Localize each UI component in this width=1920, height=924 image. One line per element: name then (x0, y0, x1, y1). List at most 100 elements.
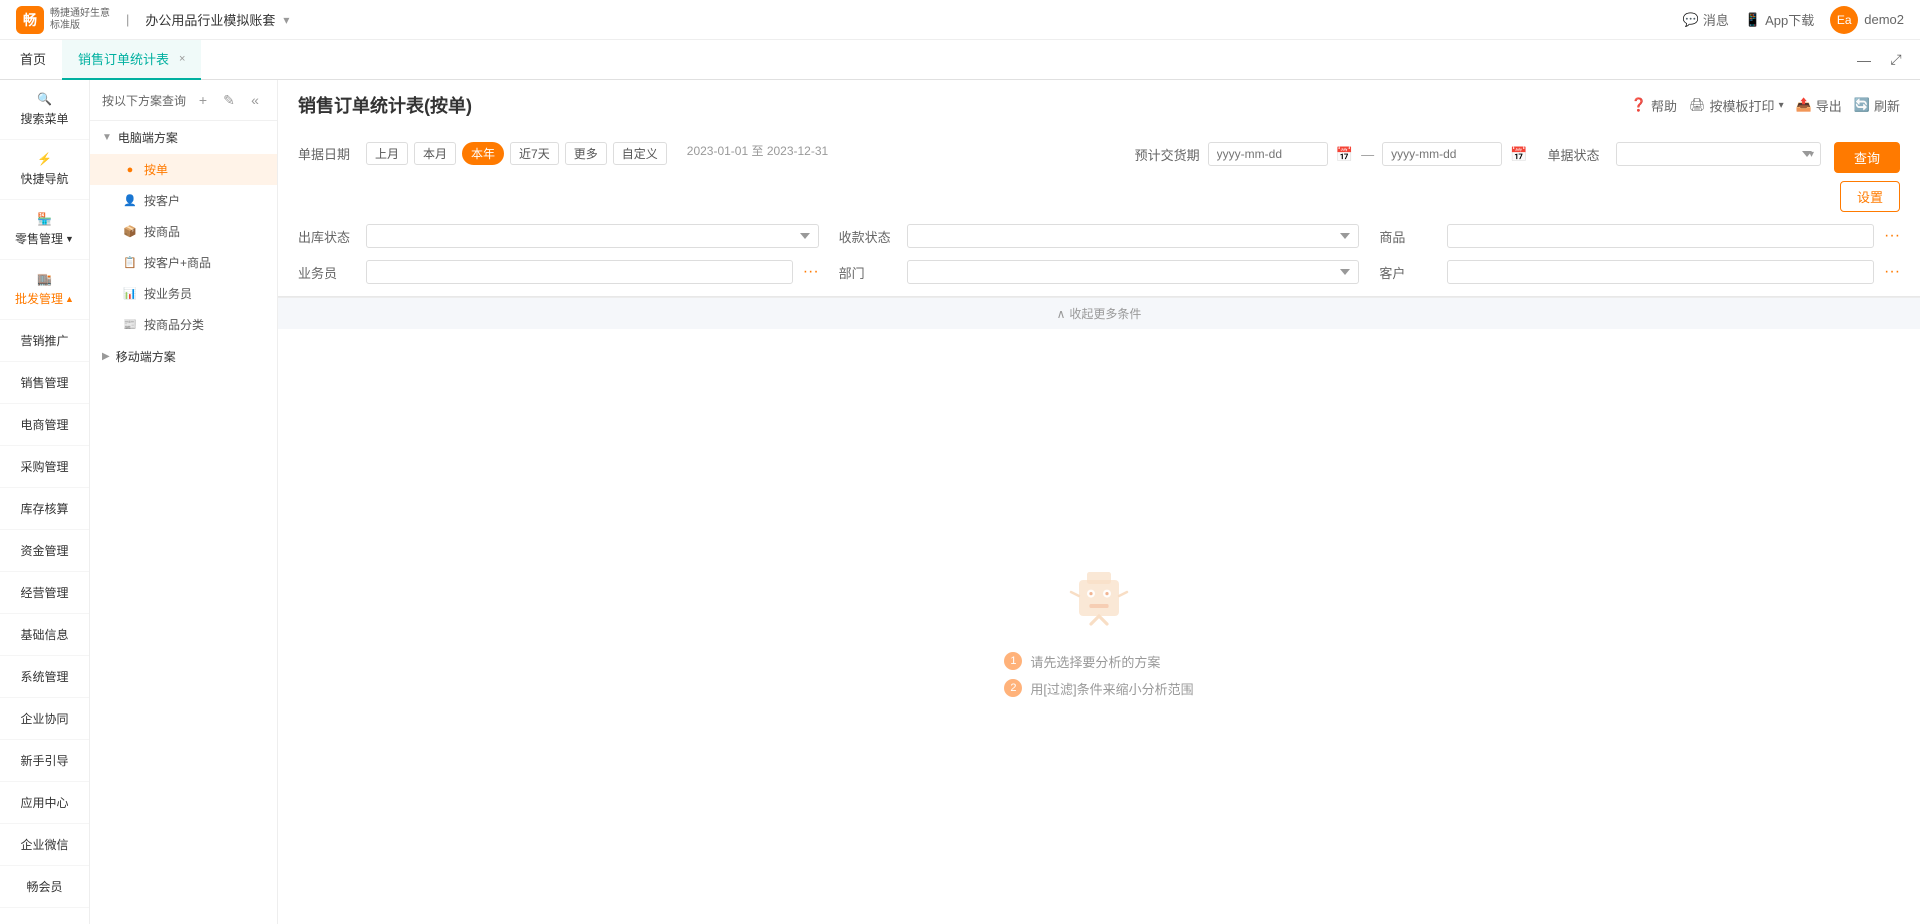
payment-status-select[interactable] (907, 224, 1360, 248)
sidebar-item-finance[interactable]: 资金管理 (0, 530, 89, 572)
sidebar-item-ecommerce[interactable]: 电商管理 (0, 404, 89, 446)
chevron-down-icon: ▼ (102, 132, 112, 143)
sidebar-item-retail[interactable]: 🏪 零售管理 ▼ (0, 200, 89, 260)
date-btn-this-year[interactable]: 本年 (462, 142, 504, 165)
scheme-group-pc: ▼ 电脑端方案 ● 按单 👤 按客户 📦 按商品 📋 按客户+商品 (90, 121, 277, 340)
date-btn-custom[interactable]: 自定义 (613, 142, 667, 165)
settings-btn[interactable]: 设置 (1840, 181, 1900, 212)
collapse-text: ∧ 收起更多条件 (1057, 305, 1142, 322)
export-btn[interactable]: 📤 导出 (1796, 96, 1842, 115)
sidebar-item-app-center[interactable]: 应用中心 (0, 782, 89, 824)
retail-label-row: 零售管理 ▼ (15, 230, 74, 247)
scheme-edit-btn[interactable]: ✎ (219, 90, 239, 110)
wholesale-label-row: 批发管理 ▲ (15, 290, 74, 307)
date-range-sep: — (1361, 147, 1374, 162)
expected-date-end[interactable] (1382, 142, 1502, 166)
query-btn[interactable]: 查询 (1834, 142, 1900, 173)
date-filter-group: 上月 本月 本年 近7天 更多 自定义 (366, 142, 667, 165)
sidebar-item-search-menu[interactable]: 🔍 搜索菜单 (0, 80, 89, 140)
template-print-btn[interactable]: 🖨 按模板打印 ▾ (1689, 96, 1784, 115)
tab-home[interactable]: 首页 (4, 40, 62, 80)
customer-input[interactable] (1447, 260, 1874, 284)
customer-icon: 👤 (122, 193, 138, 209)
scheme-item-by-customer-goods[interactable]: 📋 按客户+商品 (90, 247, 277, 278)
sidebar: 🔍 搜索菜单 ⚡ 快捷导航 🏪 零售管理 ▼ 🏬 批发管理 ▲ 营销推广 销售管… (0, 80, 90, 924)
department-select[interactable] (907, 260, 1360, 284)
cal-start-icon[interactable]: 📅 (1336, 146, 1353, 163)
page-title: 销售订单统计表(按单) (298, 92, 472, 118)
help-btn[interactable]: ❓ 帮助 (1631, 96, 1677, 115)
salesperson-more-icon[interactable]: ··· (803, 263, 819, 281)
doc-status-select[interactable] (1616, 142, 1821, 166)
tab-sales-label: 销售订单统计表 (78, 49, 169, 68)
sidebar-item-operation[interactable]: 经营管理 (0, 572, 89, 614)
scheme-item-by-goods-category[interactable]: 📰 按商品分类 (90, 309, 277, 340)
scheme-panel-actions: + ✎ « (193, 90, 265, 110)
scheme-group-pc-header[interactable]: ▼ 电脑端方案 (90, 121, 277, 154)
scheme-item-by-salesperson[interactable]: 📊 按业务员 (90, 278, 277, 309)
sidebar-item-system[interactable]: 系统管理 (0, 656, 89, 698)
top-bar-left: 畅 畅捷通好生意 标准版 | 办公用品行业模拟账套 ▾ (16, 6, 289, 34)
sidebar-item-inventory[interactable]: 库存核算 (0, 488, 89, 530)
scheme-group-mobile-header[interactable]: ▶ 移动端方案 (90, 340, 277, 373)
scheme-group-pc-label: 电脑端方案 (118, 129, 178, 146)
dropdown-arrow-icon[interactable]: ▾ (283, 13, 289, 27)
sidebar-item-wholesale[interactable]: 🏬 批发管理 ▲ (0, 260, 89, 320)
tab-close-icon[interactable]: × (179, 53, 185, 65)
main-layout: 🔍 搜索菜单 ⚡ 快捷导航 🏪 零售管理 ▼ 🏬 批发管理 ▲ 营销推广 销售管… (0, 80, 1920, 924)
tab-minimize-btn[interactable]: — (1852, 48, 1876, 72)
page-header-actions: ❓ 帮助 🖨 按模板打印 ▾ 📤 导出 🔄 (1631, 96, 1900, 115)
sidebar-item-members[interactable]: 畅会员 (0, 866, 89, 908)
scheme-item-by-customer[interactable]: 👤 按客户 (90, 185, 277, 216)
scheme-item-by-goods[interactable]: 📦 按商品 (90, 216, 277, 247)
app-download-btn[interactable]: 📱 App下载 (1745, 10, 1814, 29)
tip-text-1: 请先选择要分析的方案 (1030, 652, 1160, 671)
expected-date-start[interactable] (1208, 142, 1328, 166)
tab-sales-order-stats[interactable]: 销售订单统计表 × (62, 40, 201, 80)
tip-text-2: 用[过滤]条件来缩小分析范围 (1030, 679, 1193, 698)
sidebar-item-purchase[interactable]: 采购管理 (0, 446, 89, 488)
collapse-bar[interactable]: ∧ 收起更多条件 (278, 297, 1920, 329)
refresh-btn[interactable]: 🔄 刷新 (1854, 96, 1900, 115)
sidebar-item-enterprise[interactable]: 企业协同 (0, 698, 89, 740)
refresh-icon: 🔄 (1854, 97, 1870, 113)
export-icon: 📤 (1796, 97, 1812, 113)
order-icon: ● (122, 162, 138, 178)
empty-illustration (1059, 556, 1139, 636)
goods-more-icon[interactable]: ··· (1884, 227, 1900, 245)
sidebar-item-enterprise-wechat[interactable]: 企业微信 (0, 824, 89, 866)
scheme-panel: 按以下方案查询 + ✎ « ▼ 电脑端方案 ● 按单 👤 (90, 80, 278, 924)
retail-icon: 🏪 (37, 212, 52, 226)
date-btn-more[interactable]: 更多 (565, 142, 607, 165)
sidebar-item-sales[interactable]: 销售管理 (0, 362, 89, 404)
avatar: Ea (1830, 6, 1858, 34)
scheme-collapse-btn[interactable]: « (245, 90, 265, 110)
sidebar-item-basic-info[interactable]: 基础信息 (0, 614, 89, 656)
sidebar-label-quick: 快捷导航 (20, 170, 68, 187)
help-icon: ❓ (1631, 97, 1647, 113)
scheme-item-by-customer-goods-label: 按客户+商品 (144, 254, 211, 271)
sidebar-item-marketing[interactable]: 营销推广 (0, 320, 89, 362)
scheme-item-by-goods-category-label: 按商品分类 (144, 316, 204, 333)
date-btn-last-month[interactable]: 上月 (366, 142, 408, 165)
scheme-item-by-goods-label: 按商品 (144, 223, 180, 240)
goods-input[interactable] (1447, 224, 1874, 248)
salesperson-input[interactable] (366, 260, 793, 284)
delivery-status-select[interactable] (366, 224, 819, 248)
scheme-add-btn[interactable]: + (193, 90, 213, 110)
cal-end-icon[interactable]: 📅 (1510, 146, 1527, 163)
scheme-panel-header: 按以下方案查询 + ✎ « (90, 80, 277, 121)
tip-num-2: 2 (1004, 679, 1022, 697)
tip-num-1: 1 (1004, 652, 1022, 670)
message-btn[interactable]: 💬 消息 (1683, 10, 1729, 29)
page-title-row: 销售订单统计表(按单) ❓ 帮助 🖨 按模板打印 ▾ 📤 (298, 92, 1900, 118)
date-btn-this-month[interactable]: 本月 (414, 142, 456, 165)
customer-more-icon[interactable]: ··· (1884, 263, 1900, 281)
user-area[interactable]: Ea demo2 (1830, 6, 1904, 34)
logo-icon: 畅 (16, 6, 44, 34)
date-btn-7days[interactable]: 近7天 (510, 142, 559, 165)
sidebar-item-newbie[interactable]: 新手引导 (0, 740, 89, 782)
scheme-item-by-order[interactable]: ● 按单 (90, 154, 277, 185)
sidebar-item-quick-nav[interactable]: ⚡ 快捷导航 (0, 140, 89, 200)
tab-maximize-btn[interactable]: ⤢ (1884, 48, 1908, 72)
